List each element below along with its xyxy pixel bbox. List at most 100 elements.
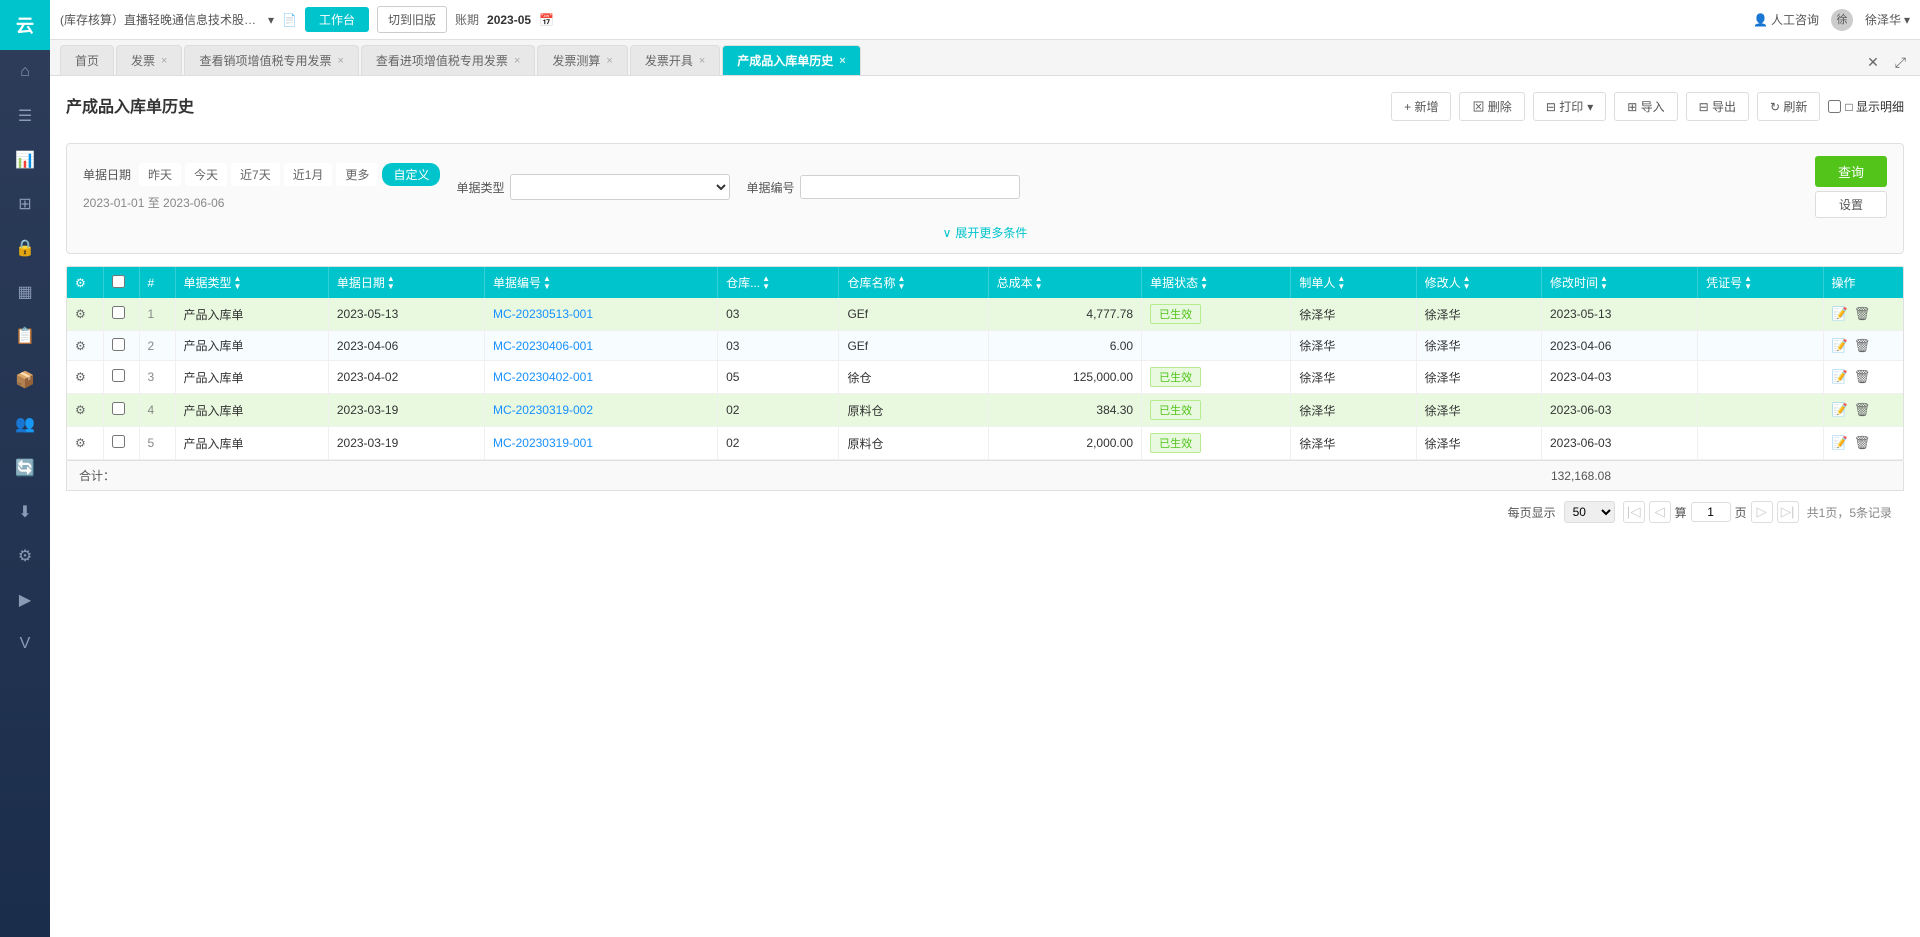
col-cost-header[interactable]: 总成本▲▼: [988, 267, 1141, 298]
tab-product-history[interactable]: 产成品入库单历史 ×: [722, 45, 860, 75]
calendar-icon[interactable]: 📅: [539, 13, 554, 27]
row-checkbox[interactable]: [112, 435, 125, 448]
col-creator-header[interactable]: 制单人▲▼: [1291, 267, 1416, 298]
col-wh-code-header[interactable]: 仓库...▲▼: [718, 267, 839, 298]
switch-version-button[interactable]: 切到旧版: [377, 6, 447, 33]
tab-purchase-close[interactable]: ×: [514, 55, 520, 67]
last-page-button[interactable]: ▷|: [1777, 501, 1799, 523]
date-btn-today[interactable]: 今天: [185, 163, 227, 186]
tab-sales-close[interactable]: ×: [337, 55, 343, 67]
delete-action-icon[interactable]: 🗑: [1854, 402, 1871, 418]
col-checkbox-header[interactable]: [103, 267, 139, 298]
close-all-icon[interactable]: ✕: [1863, 50, 1883, 75]
number-link[interactable]: MC-20230319-001: [493, 436, 593, 450]
delete-button[interactable]: ⊠ 删除: [1459, 92, 1524, 121]
tab-history-close[interactable]: ×: [839, 55, 845, 67]
refresh-button[interactable]: ↻ 刷新: [1757, 92, 1820, 121]
query-button[interactable]: 查询: [1815, 156, 1887, 187]
cell-settings[interactable]: ⚙: [67, 331, 103, 361]
next-page-button[interactable]: ▷: [1751, 501, 1773, 523]
workbench-button[interactable]: 工作台: [305, 7, 369, 32]
cell-settings[interactable]: ⚙: [67, 394, 103, 427]
cell-number[interactable]: MC-20230319-002: [484, 394, 717, 427]
cell-settings[interactable]: ⚙: [67, 427, 103, 460]
cell-settings[interactable]: ⚙: [67, 298, 103, 331]
sidebar-item-inventory[interactable]: 📦: [0, 358, 50, 402]
edit-action-icon[interactable]: 📝: [1832, 306, 1848, 322]
tab-home[interactable]: 首页: [60, 45, 114, 75]
tab-invoice-close[interactable]: ×: [161, 55, 167, 67]
date-btn-more[interactable]: 更多: [336, 163, 378, 186]
cell-settings[interactable]: ⚙: [67, 361, 103, 394]
sidebar-item-version[interactable]: V: [0, 622, 50, 666]
export-button[interactable]: ⊟ 导出: [1686, 92, 1749, 121]
row-checkbox[interactable]: [112, 306, 125, 319]
sidebar-item-video[interactable]: ▶: [0, 578, 50, 622]
date-btn-yesterday[interactable]: 昨天: [139, 163, 181, 186]
delete-action-icon[interactable]: 🗑: [1854, 306, 1871, 322]
delete-action-icon[interactable]: 🗑: [1854, 338, 1871, 354]
select-all-checkbox[interactable]: [112, 275, 125, 288]
print-button[interactable]: ⊟ 打印 ▾: [1533, 92, 1606, 121]
sidebar-item-download[interactable]: ⬇: [0, 490, 50, 534]
cell-number[interactable]: MC-20230513-001: [484, 298, 717, 331]
sidebar-item-reports[interactable]: 📋: [0, 314, 50, 358]
date-btn-7days[interactable]: 近7天: [231, 163, 280, 186]
sidebar-item-home[interactable]: ⌂: [0, 50, 50, 94]
tab-check-purchase-vat[interactable]: 查看进项增值税专用发票 ×: [361, 45, 535, 75]
user-name-item[interactable]: 徐泽华 ▾: [1865, 11, 1910, 28]
number-link[interactable]: MC-20230406-001: [493, 339, 593, 353]
col-date-header[interactable]: 单据日期▲▼: [328, 267, 484, 298]
sidebar-item-settings[interactable]: ⚙: [0, 534, 50, 578]
delete-action-icon[interactable]: 🗑: [1854, 435, 1871, 451]
import-button[interactable]: ⊞ 导入: [1614, 92, 1677, 121]
col-modifier-header[interactable]: 修改人▲▼: [1416, 267, 1541, 298]
company-dropdown[interactable]: ▾: [268, 13, 274, 27]
col-number-header[interactable]: 单据编号▲▼: [484, 267, 717, 298]
number-filter-input[interactable]: [800, 175, 1020, 199]
sidebar-item-chart[interactable]: 📊: [0, 138, 50, 182]
sidebar-item-refresh[interactable]: 🔄: [0, 446, 50, 490]
edit-action-icon[interactable]: 📝: [1832, 435, 1848, 451]
number-link[interactable]: MC-20230402-001: [493, 370, 593, 384]
page-input[interactable]: [1691, 502, 1731, 522]
add-button[interactable]: + 新增: [1391, 92, 1451, 121]
date-btn-custom[interactable]: 自定义: [382, 163, 440, 186]
edit-action-icon[interactable]: 📝: [1832, 338, 1848, 354]
date-btn-1month[interactable]: 近1月: [284, 163, 333, 186]
tab-open-close[interactable]: ×: [699, 55, 705, 67]
col-status-header[interactable]: 单据状态▲▼: [1142, 267, 1291, 298]
edit-action-icon[interactable]: 📝: [1832, 369, 1848, 385]
col-voucher-header[interactable]: 凭证号▲▼: [1698, 267, 1823, 298]
cell-number[interactable]: MC-20230406-001: [484, 331, 717, 361]
tab-invoice[interactable]: 发票 ×: [116, 45, 182, 75]
sidebar-item-lock[interactable]: 🔒: [0, 226, 50, 270]
filter-expand-toggle[interactable]: ∨ 展开更多条件: [83, 224, 1887, 241]
number-link[interactable]: MC-20230513-001: [493, 307, 593, 321]
cell-checkbox[interactable]: [103, 331, 139, 361]
number-link[interactable]: MC-20230319-002: [493, 403, 593, 417]
edit-action-icon[interactable]: 📝: [1832, 402, 1848, 418]
first-page-button[interactable]: |◁: [1623, 501, 1645, 523]
col-wh-name-header[interactable]: 仓库名称▲▼: [839, 267, 988, 298]
tab-invoice-calc[interactable]: 发票测算 ×: [537, 45, 627, 75]
col-modify-time-header[interactable]: 修改时间▲▼: [1541, 267, 1697, 298]
cell-checkbox[interactable]: [103, 394, 139, 427]
page-size-select[interactable]: 50 100 200: [1564, 501, 1615, 523]
sidebar-item-scan[interactable]: ⊞: [0, 182, 50, 226]
set-button[interactable]: 设置: [1815, 191, 1887, 218]
row-checkbox[interactable]: [112, 369, 125, 382]
row-checkbox[interactable]: [112, 402, 125, 415]
user-avatar[interactable]: 徐: [1831, 9, 1853, 31]
col-type-header[interactable]: 单据类型▲▼: [175, 267, 328, 298]
col-settings-header[interactable]: ⚙: [67, 267, 103, 298]
cell-number[interactable]: MC-20230402-001: [484, 361, 717, 394]
tab-invoice-open[interactable]: 发票开具 ×: [630, 45, 720, 75]
type-filter-select[interactable]: [510, 174, 730, 200]
show-detail-label[interactable]: □ 显示明细: [1828, 98, 1904, 115]
sidebar-item-document[interactable]: ☰: [0, 94, 50, 138]
sidebar-item-table[interactable]: ▦: [0, 270, 50, 314]
row-checkbox[interactable]: [112, 338, 125, 351]
expand-icon[interactable]: ⤢: [1891, 50, 1910, 75]
tab-check-sales-vat[interactable]: 查看销项增值税专用发票 ×: [184, 45, 358, 75]
